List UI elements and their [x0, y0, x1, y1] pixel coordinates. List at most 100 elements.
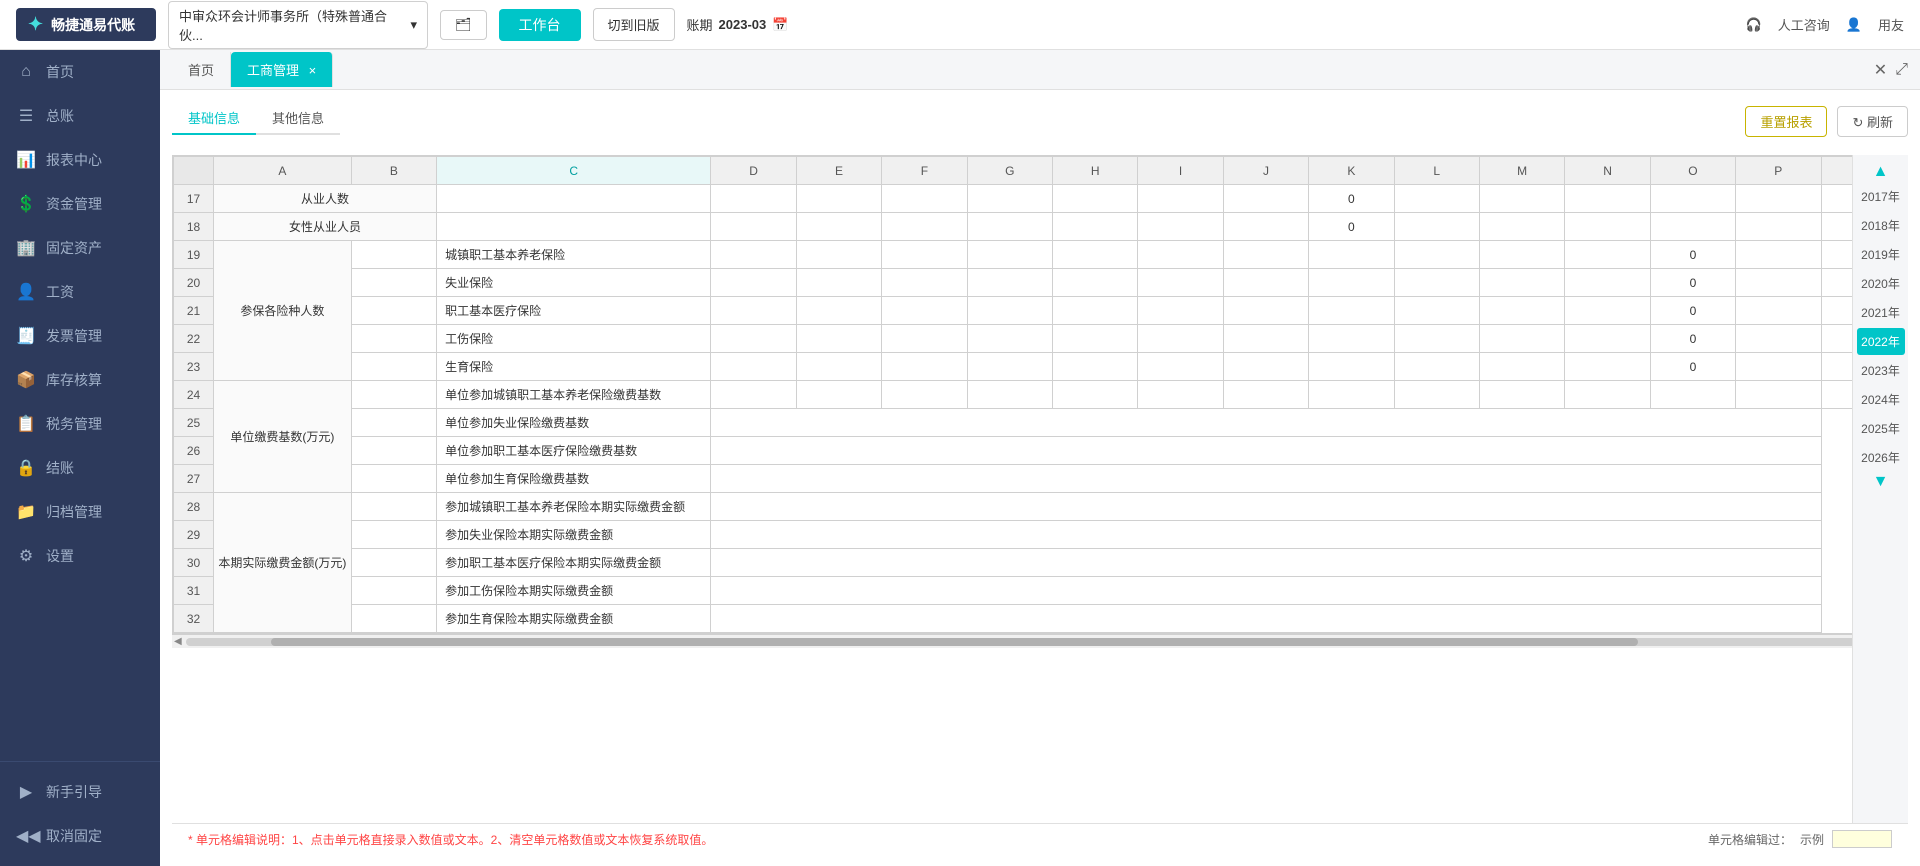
cell-18-a[interactable]: 女性从业人员 — [214, 213, 437, 241]
cell-20-e[interactable] — [796, 269, 881, 297]
cell-23-e[interactable] — [796, 353, 881, 381]
cell-31-b[interactable] — [351, 577, 436, 605]
cell-22-c[interactable]: 工伤保险 — [437, 325, 711, 353]
archive-icon-btn[interactable]: 🗂 — [440, 10, 487, 40]
cell-20-n[interactable] — [1565, 269, 1650, 297]
cell-18-g[interactable] — [967, 213, 1052, 241]
cell-20-f[interactable] — [882, 269, 967, 297]
cell-24-k[interactable] — [1309, 381, 1394, 409]
cell-24-i[interactable] — [1138, 381, 1223, 409]
reset-report-button[interactable]: 重置报表 — [1745, 106, 1827, 137]
cell-17-e[interactable] — [796, 185, 881, 213]
cell-21-p[interactable] — [1736, 297, 1821, 325]
cell-19-h[interactable] — [1052, 241, 1137, 269]
cell-29-c[interactable]: 参加失业保险本期实际缴费金额 — [437, 521, 711, 549]
cell-18-f[interactable] — [882, 213, 967, 241]
cell-19-j[interactable] — [1223, 241, 1308, 269]
cell-29-rest[interactable] — [711, 521, 1821, 549]
cell-24-h[interactable] — [1052, 381, 1137, 409]
cell-22-k[interactable] — [1309, 325, 1394, 353]
cell-21-n[interactable] — [1565, 297, 1650, 325]
cell-18-j[interactable] — [1223, 213, 1308, 241]
sidebar-item-salary[interactable]: 👤 工资 — [0, 270, 160, 314]
sidebar-item-guide[interactable]: ▶ 新手引导 — [0, 770, 160, 814]
cell-19-b[interactable] — [351, 241, 436, 269]
cell-23-j[interactable] — [1223, 353, 1308, 381]
cell-20-c[interactable]: 失业保险 — [437, 269, 711, 297]
cell-22-h[interactable] — [1052, 325, 1137, 353]
cell-19-k[interactable] — [1309, 241, 1394, 269]
workbench-button[interactable]: 工作台 — [499, 9, 581, 41]
cell-23-p[interactable] — [1736, 353, 1821, 381]
cell-22-e[interactable] — [796, 325, 881, 353]
cell-20-o[interactable]: 0 — [1650, 269, 1735, 297]
cell-20-m[interactable] — [1479, 269, 1564, 297]
cell-24-o[interactable] — [1650, 381, 1735, 409]
cell-21-o[interactable]: 0 — [1650, 297, 1735, 325]
year-item-2021[interactable]: 2021年 — [1857, 299, 1905, 326]
cell-21-l[interactable] — [1394, 297, 1479, 325]
cell-30-rest[interactable] — [711, 549, 1821, 577]
cell-21-b[interactable] — [351, 297, 436, 325]
cell-21-c[interactable]: 职工基本医疗保险 — [437, 297, 711, 325]
cell-24-l[interactable] — [1394, 381, 1479, 409]
cell-22-d[interactable] — [711, 325, 796, 353]
sub-tab-other[interactable]: 其他信息 — [256, 102, 340, 135]
cell-20-d[interactable] — [711, 269, 796, 297]
cell-19-p[interactable] — [1736, 241, 1821, 269]
cell-23-f[interactable] — [882, 353, 967, 381]
cell-23-g[interactable] — [967, 353, 1052, 381]
cell-28-c[interactable]: 参加城镇职工基本养老保险本期实际缴费金额 — [437, 493, 711, 521]
cell-22-b[interactable] — [351, 325, 436, 353]
cell-32-b[interactable] — [351, 605, 436, 633]
sidebar-item-unpin[interactable]: ◀◀ 取消固定 — [0, 814, 160, 858]
cell-18-k[interactable]: 0 — [1309, 213, 1394, 241]
cell-22-f[interactable] — [882, 325, 967, 353]
cell-18-n[interactable] — [1565, 213, 1650, 241]
cell-20-j[interactable] — [1223, 269, 1308, 297]
cell-18-m[interactable] — [1479, 213, 1564, 241]
cell-22-m[interactable] — [1479, 325, 1564, 353]
cell-22-n[interactable] — [1565, 325, 1650, 353]
cell-21-g[interactable] — [967, 297, 1052, 325]
tab-commerce[interactable]: 工商管理 × — [231, 52, 333, 87]
tab-expand-btn[interactable]: ⤢ — [1895, 60, 1908, 80]
year-item-2024[interactable]: 2024年 — [1857, 386, 1905, 413]
cell-18-p[interactable] — [1736, 213, 1821, 241]
cell-32-c[interactable]: 参加生育保险本期实际缴费金额 — [437, 605, 711, 633]
cell-18-l[interactable] — [1394, 213, 1479, 241]
year-scroll-down-icon[interactable]: ▼ — [1873, 473, 1889, 491]
cell-22-p[interactable] — [1736, 325, 1821, 353]
year-item-2025[interactable]: 2025年 — [1857, 415, 1905, 442]
cell-17-m[interactable] — [1479, 185, 1564, 213]
cell-21-h[interactable] — [1052, 297, 1137, 325]
sidebar-item-close[interactable]: 🔒 结账 — [0, 446, 160, 490]
cell-31-c[interactable]: 参加工伤保险本期实际缴费金额 — [437, 577, 711, 605]
cell-17-n[interactable] — [1565, 185, 1650, 213]
cell-22-l[interactable] — [1394, 325, 1479, 353]
cell-23-h[interactable] — [1052, 353, 1137, 381]
cell-30-c[interactable]: 参加职工基本医疗保险本期实际缴费金额 — [437, 549, 711, 577]
cell-32-rest[interactable] — [711, 605, 1821, 633]
cell-26-c[interactable]: 单位参加职工基本医疗保险缴费基数 — [437, 437, 711, 465]
cell-18-e[interactable] — [796, 213, 881, 241]
sidebar-item-inventory[interactable]: 📦 库存核算 — [0, 358, 160, 402]
cell-20-p[interactable] — [1736, 269, 1821, 297]
year-item-2020[interactable]: 2020年 — [1857, 270, 1905, 297]
cell-21-e[interactable] — [796, 297, 881, 325]
cell-17-p[interactable] — [1736, 185, 1821, 213]
cell-24-j[interactable] — [1223, 381, 1308, 409]
cell-19-n[interactable] — [1565, 241, 1650, 269]
year-item-2023[interactable]: 2023年 — [1857, 357, 1905, 384]
cell-21-i[interactable] — [1138, 297, 1223, 325]
cell-17-g[interactable] — [967, 185, 1052, 213]
cell-17-a[interactable]: 从业人数 — [214, 185, 437, 213]
year-item-2017[interactable]: 2017年 — [1857, 183, 1905, 210]
cell-20-l[interactable] — [1394, 269, 1479, 297]
cell-20-i[interactable] — [1138, 269, 1223, 297]
cell-24-e[interactable] — [796, 381, 881, 409]
cell-23-n[interactable] — [1565, 353, 1650, 381]
cell-23-d[interactable] — [711, 353, 796, 381]
cell-21-j[interactable] — [1223, 297, 1308, 325]
main-spreadsheet[interactable]: A B C D E F G H I J — [172, 155, 1908, 823]
